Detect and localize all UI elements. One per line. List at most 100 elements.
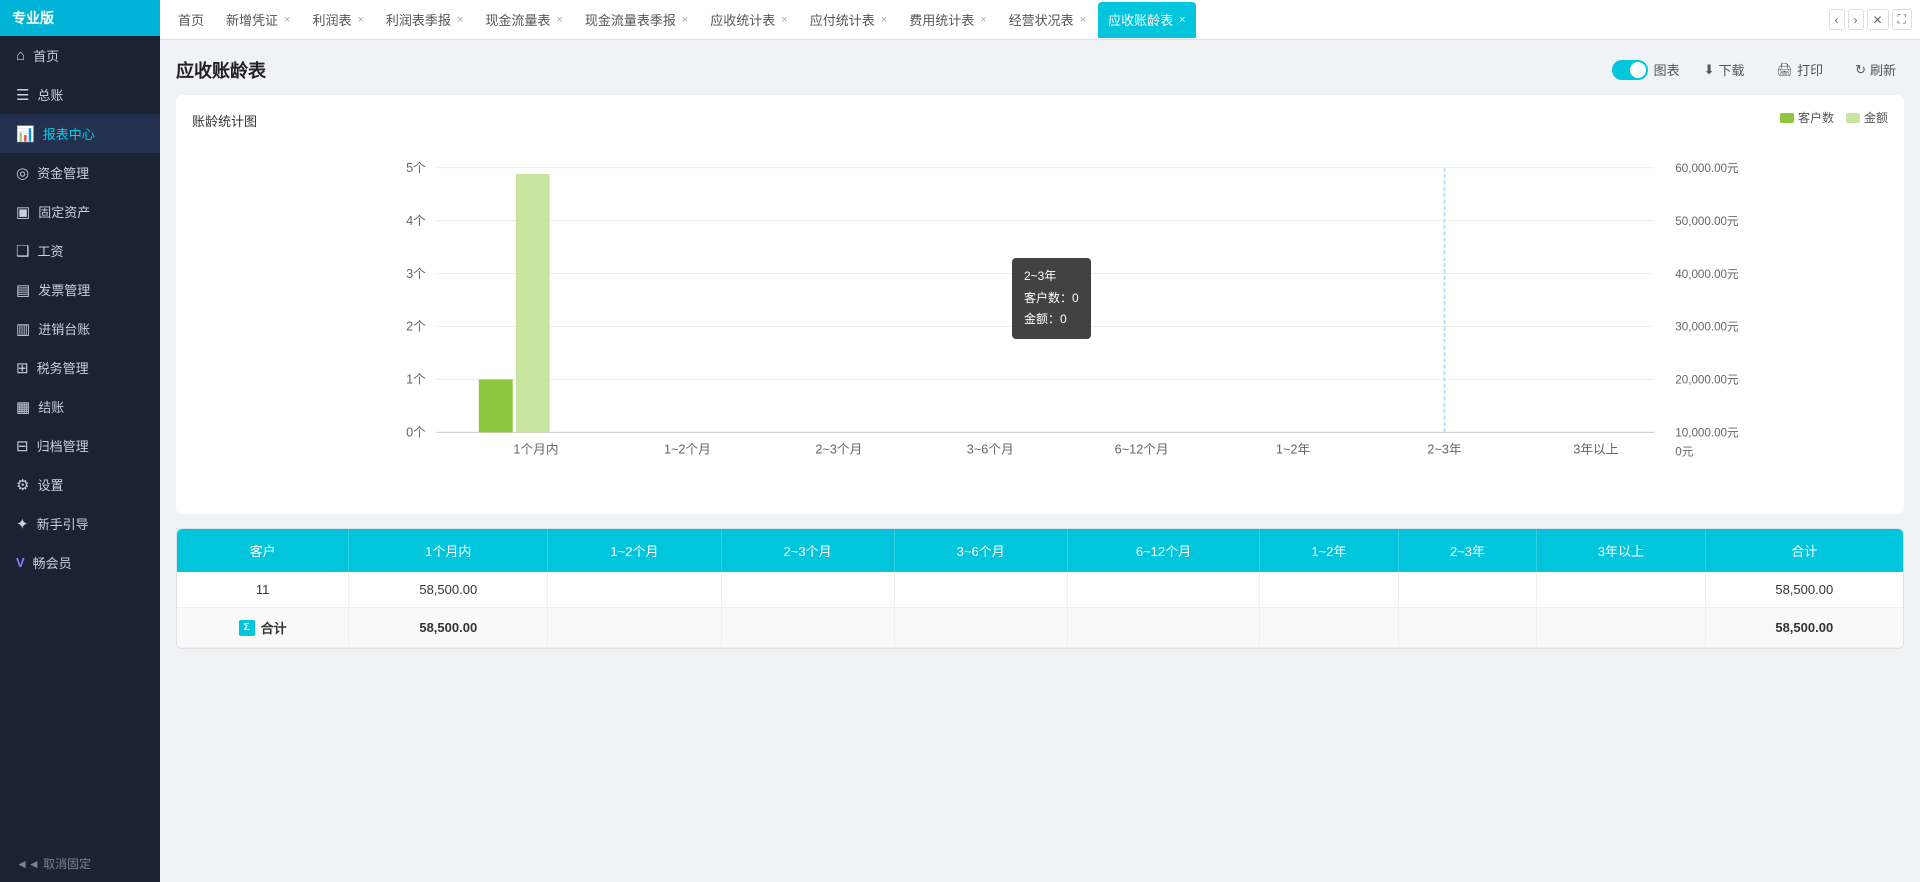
download-label: 下载 bbox=[1719, 60, 1745, 79]
tab-ar-aging[interactable]: 应收账龄表 × bbox=[1098, 2, 1195, 38]
tab-home[interactable]: 首页 bbox=[168, 2, 214, 38]
legend-amount: 金额 bbox=[1846, 109, 1888, 126]
collapse-sidebar-label: ◄◄ 取消固定 bbox=[16, 855, 91, 872]
tab-profit-quarter-close[interactable]: × bbox=[457, 14, 463, 26]
sidebar-label-member: 畅会员 bbox=[33, 553, 72, 572]
svg-text:1~2年: 1~2年 bbox=[1276, 443, 1311, 457]
tab-operation-close[interactable]: × bbox=[1080, 14, 1086, 26]
sidebar-label-salary: 工资 bbox=[37, 241, 63, 260]
funds-icon: ◎ bbox=[16, 164, 29, 182]
tab-expense-stats-close[interactable]: × bbox=[980, 14, 986, 26]
cell-total-0: 58,500.00 bbox=[1705, 572, 1903, 608]
total-icon: Σ bbox=[239, 620, 255, 636]
cell-m8-0 bbox=[1537, 572, 1705, 608]
total-label-text: 合计 bbox=[261, 618, 287, 637]
svg-text:20,000.00元: 20,000.00元 bbox=[1675, 374, 1739, 387]
sidebar-item-salary[interactable]: ❑ 工资 bbox=[0, 231, 160, 270]
collapse-sidebar-btn[interactable]: ◄◄ 取消固定 bbox=[0, 845, 160, 882]
table-row: 11 58,500.00 58,500.00 bbox=[177, 572, 1903, 608]
svg-text:6~12个月: 6~12个月 bbox=[1115, 443, 1169, 457]
tab-expand-btn[interactable]: ⛶ bbox=[1892, 9, 1912, 30]
tab-cashflow-close[interactable]: × bbox=[556, 14, 562, 26]
tab-voucher-label: 新增凭证 bbox=[226, 10, 278, 29]
total-label-wrapper: Σ 合计 bbox=[185, 618, 340, 637]
sidebar-item-member[interactable]: V 畅会员 bbox=[0, 543, 160, 582]
app-logo: 专业版 bbox=[0, 0, 160, 36]
col-customer: 客户 bbox=[177, 529, 349, 572]
chart-toggle[interactable] bbox=[1612, 60, 1648, 80]
tab-close-all-btn[interactable]: ✕ bbox=[1867, 9, 1889, 30]
tab-ar-stats[interactable]: 应收统计表 × bbox=[700, 2, 797, 38]
svg-text:50,000.00元: 50,000.00元 bbox=[1675, 215, 1739, 228]
tab-operation[interactable]: 经营状况表 × bbox=[999, 2, 1096, 38]
tab-voucher[interactable]: 新增凭证 × bbox=[216, 2, 300, 38]
table-header-row: 客户 1个月内 1~2个月 2~3个月 3~6个月 6~12个月 1~2年 2~… bbox=[177, 529, 1903, 572]
svg-text:4个: 4个 bbox=[406, 214, 426, 228]
main-area: 首页 新增凭证 × 利润表 × 利润表季报 × 现金流量表 × 现金流量表季报 … bbox=[160, 0, 1920, 882]
sidebar-label-guide: 新手引导 bbox=[37, 514, 89, 533]
total-m4 bbox=[894, 608, 1067, 648]
chart-container: 5个 4个 3个 2个 1个 0个 60,000.00元 50,000.00元 … bbox=[192, 138, 1888, 498]
sidebar-item-tax[interactable]: ⊞ 税务管理 bbox=[0, 348, 160, 387]
refresh-icon: ↻ bbox=[1855, 62, 1866, 78]
tab-profit-close[interactable]: × bbox=[357, 14, 363, 26]
table-total-row: Σ 合计 58,500.00 58,500.00 bbox=[177, 608, 1903, 648]
print-icon: 🖨 bbox=[1777, 62, 1794, 78]
sidebar-item-ledger[interactable]: ☰ 总账 bbox=[0, 75, 160, 114]
sidebar-label-reports: 报表中心 bbox=[43, 124, 95, 143]
tab-profit-quarter[interactable]: 利润表季报 × bbox=[376, 2, 473, 38]
refresh-btn[interactable]: ↻ 刷新 bbox=[1847, 56, 1904, 83]
sidebar-item-funds[interactable]: ◎ 资金管理 bbox=[0, 153, 160, 192]
tab-voucher-close[interactable]: × bbox=[284, 14, 290, 26]
legend-amount-label: 金额 bbox=[1864, 109, 1888, 126]
tab-profit[interactable]: 利润表 × bbox=[302, 2, 373, 38]
sidebar-item-closing[interactable]: ▦ 结账 bbox=[0, 387, 160, 426]
col-m4: 3~6个月 bbox=[894, 529, 1067, 572]
tab-next-btn[interactable]: › bbox=[1848, 9, 1864, 30]
sidebar-item-invoice[interactable]: ▤ 发票管理 bbox=[0, 270, 160, 309]
sidebar-item-assets[interactable]: ▣ 固定资产 bbox=[0, 192, 160, 231]
download-btn[interactable]: ⬇ 下载 bbox=[1696, 56, 1753, 83]
print-btn[interactable]: 🖨 打印 bbox=[1769, 56, 1832, 83]
tab-cashflow-quarter[interactable]: 现金流量表季报 × bbox=[575, 2, 698, 38]
print-label: 打印 bbox=[1797, 60, 1823, 79]
sidebar-item-guide[interactable]: ✦ 新手引导 bbox=[0, 504, 160, 543]
sidebar-item-archive[interactable]: ⊟ 归档管理 bbox=[0, 426, 160, 465]
tab-prev-btn[interactable]: ‹ bbox=[1829, 9, 1845, 30]
invoice-icon: ▤ bbox=[16, 281, 30, 299]
sidebar-label-stock: 进销台账 bbox=[38, 319, 90, 338]
sidebar-item-settings[interactable]: ⚙ 设置 bbox=[0, 465, 160, 504]
home-icon: ⌂ bbox=[16, 47, 25, 64]
tab-ar-stats-close[interactable]: × bbox=[781, 14, 787, 26]
sidebar-item-home[interactable]: ⌂ 首页 bbox=[0, 36, 160, 75]
total-m3 bbox=[721, 608, 894, 648]
tab-ar-aging-label: 应收账龄表 bbox=[1108, 10, 1173, 29]
svg-text:1~2个月: 1~2个月 bbox=[664, 443, 711, 457]
sidebar-item-reports[interactable]: 📊 报表中心 bbox=[0, 114, 160, 153]
tab-profit-label: 利润表 bbox=[312, 10, 351, 29]
svg-text:2~3年: 2~3年 bbox=[1427, 443, 1462, 457]
tab-ar-aging-close[interactable]: × bbox=[1179, 14, 1185, 26]
tab-cashflow[interactable]: 现金流量表 × bbox=[475, 2, 572, 38]
tab-expense-stats[interactable]: 费用统计表 × bbox=[899, 2, 996, 38]
total-m1: 58,500.00 bbox=[349, 608, 548, 648]
tab-ap-stats-close[interactable]: × bbox=[881, 14, 887, 26]
cell-customer-0: 11 bbox=[177, 572, 349, 608]
bar-count-0 bbox=[479, 379, 513, 432]
closing-icon: ▦ bbox=[16, 398, 30, 416]
svg-text:40,000.00元: 40,000.00元 bbox=[1675, 268, 1739, 281]
svg-text:3个: 3个 bbox=[406, 267, 426, 281]
svg-text:2个: 2个 bbox=[406, 320, 426, 334]
total-label-cell: Σ 合计 bbox=[177, 608, 349, 648]
settings-icon: ⚙ bbox=[16, 476, 29, 494]
cell-m1-0: 58,500.00 bbox=[349, 572, 548, 608]
tab-ap-stats[interactable]: 应付统计表 × bbox=[800, 2, 897, 38]
total-m6 bbox=[1260, 608, 1399, 648]
sidebar-item-stock[interactable]: ▥ 进销台账 bbox=[0, 309, 160, 348]
col-m6: 1~2年 bbox=[1260, 529, 1399, 572]
tab-profit-quarter-label: 利润表季报 bbox=[386, 10, 451, 29]
data-table: 客户 1个月内 1~2个月 2~3个月 3~6个月 6~12个月 1~2年 2~… bbox=[176, 528, 1904, 649]
col-m7: 2~3年 bbox=[1398, 529, 1537, 572]
tab-cashflow-quarter-close[interactable]: × bbox=[682, 14, 688, 26]
col-m8: 3年以上 bbox=[1537, 529, 1705, 572]
